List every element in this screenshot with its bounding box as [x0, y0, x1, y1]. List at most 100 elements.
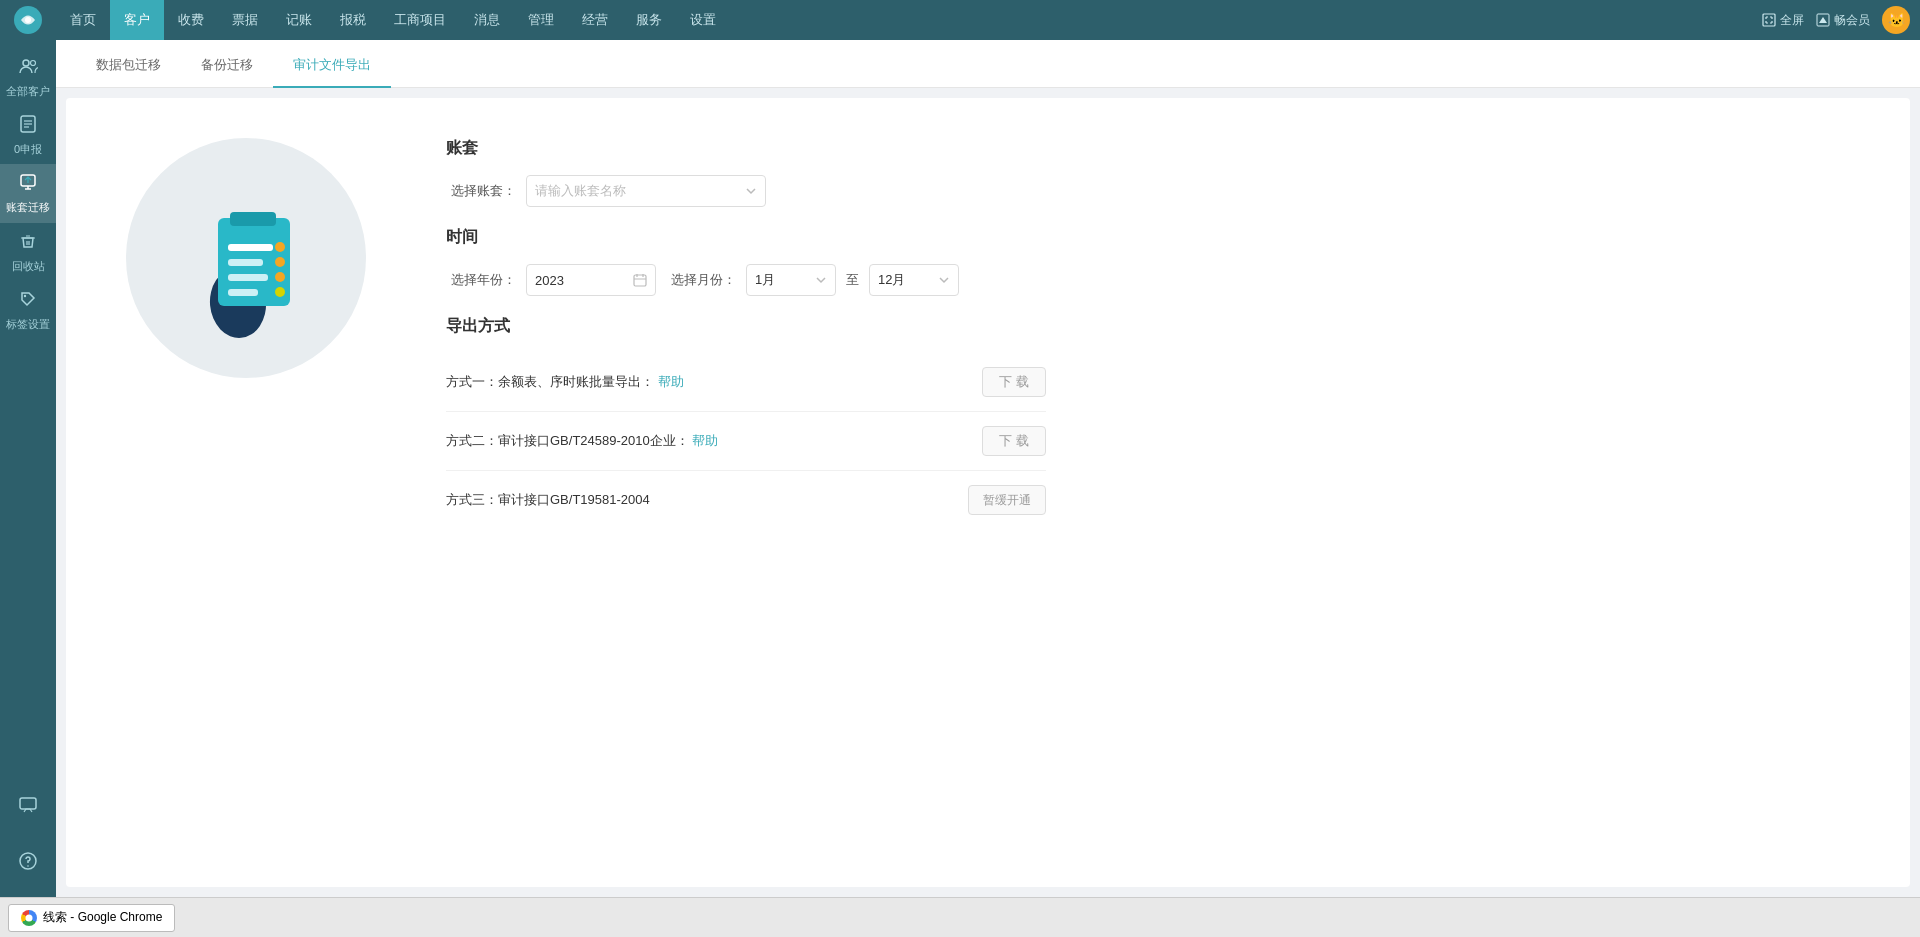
nav-items: 首页 客户 收费 票据 记账 报税 工商项目 消息 管理 经营 服务 设置	[56, 0, 1762, 40]
nav-bookkeeping[interactable]: 记账	[272, 0, 326, 40]
svg-rect-23	[228, 259, 263, 266]
method-2-help-link[interactable]: 帮助	[692, 433, 718, 448]
fullscreen-label: 全屏	[1780, 12, 1804, 29]
recycle-icon	[18, 231, 38, 256]
taskbar-chrome-item[interactable]: 线索 - Google Chrome	[8, 904, 175, 932]
svg-rect-12	[20, 798, 36, 809]
svg-rect-30	[634, 275, 646, 286]
taskbar: 线索 - Google Chrome	[0, 897, 1920, 937]
sidebar-label-zero-declare: 0申报	[14, 143, 42, 156]
nav-tax[interactable]: 报税	[326, 0, 380, 40]
method-1-text: 方式一：余额表、序时账批量导出：	[446, 374, 654, 389]
account-label: 选择账套：	[446, 182, 516, 200]
svg-rect-25	[228, 289, 258, 296]
customers-icon	[18, 56, 38, 81]
nav-operation[interactable]: 经营	[568, 0, 622, 40]
sidebar-item-zero-declare[interactable]: 0申报	[0, 106, 56, 164]
export-method-2-label: 方式二：审计接口GB/T24589-2010企业： 帮助	[446, 432, 718, 450]
month-end-value: 12月	[878, 271, 905, 289]
month-start-value: 1月	[755, 271, 775, 289]
year-input[interactable]: 2023	[526, 264, 656, 296]
nav-invoice[interactable]: 票据	[218, 0, 272, 40]
main-layout: 全部客户 0申报 账套迁移	[0, 40, 1920, 897]
method-2-text: 方式二：审计接口GB/T24589-2010企业：	[446, 433, 689, 448]
nav-home[interactable]: 首页	[56, 0, 110, 40]
method-3-text: 方式三：审计接口GB/T19581-2004	[446, 492, 650, 507]
sidebar-item-recycle[interactable]: 回收站	[0, 223, 56, 281]
sidebar-chat-button[interactable]	[0, 779, 56, 831]
svg-rect-21	[230, 212, 276, 226]
export-method-3-label: 方式三：审计接口GB/T19581-2004	[446, 491, 650, 509]
account-migration-icon	[18, 172, 38, 197]
top-navigation: 首页 客户 收费 票据 记账 报税 工商项目 消息 管理 经营 服务 设置 全屏…	[0, 0, 1920, 40]
sidebar-help-button[interactable]	[0, 835, 56, 887]
content-area: 数据包迁移 备份迁移 审计文件导出	[56, 40, 1920, 897]
svg-point-4	[23, 60, 29, 66]
sidebar-bottom	[0, 779, 56, 897]
tab-backup-migration[interactable]: 备份迁移	[181, 44, 273, 88]
time-select-row: 选择年份： 2023 选择月份： 1月	[446, 264, 1046, 296]
nav-manage[interactable]: 管理	[514, 0, 568, 40]
nav-business[interactable]: 工商项目	[380, 0, 460, 40]
svg-point-29	[275, 287, 285, 297]
user-avatar[interactable]: 🐱	[1882, 6, 1910, 34]
svg-point-26	[275, 242, 285, 252]
svg-rect-2	[1763, 14, 1775, 26]
month-label: 选择月份：	[666, 271, 736, 289]
form-area: 账套 选择账套： 请输入账套名称 时间 选择年份：	[446, 138, 1046, 529]
export-section-title: 导出方式	[446, 316, 1046, 337]
sidebar-label-tag-settings: 标签设置	[6, 318, 50, 331]
left-sidebar: 全部客户 0申报 账套迁移	[0, 40, 56, 897]
method-3-open-button[interactable]: 暂缓开通	[968, 485, 1046, 515]
svg-point-5	[31, 61, 36, 66]
export-method-2: 方式二：审计接口GB/T24589-2010企业： 帮助 下 载	[446, 412, 1046, 471]
export-method-1: 方式一：余额表、序时账批量导出： 帮助 下 载	[446, 353, 1046, 412]
svg-point-27	[275, 257, 285, 267]
nav-settings[interactable]: 设置	[676, 0, 730, 40]
account-select-row: 选择账套： 请输入账套名称	[446, 175, 1046, 207]
nav-fee[interactable]: 收费	[164, 0, 218, 40]
nav-right: 全屏 畅会员 🐱	[1762, 6, 1910, 34]
svg-rect-24	[228, 274, 268, 281]
app-logo	[10, 2, 46, 38]
export-method-1-label: 方式一：余额表、序时账批量导出： 帮助	[446, 373, 684, 391]
sidebar-item-account-migration[interactable]: 账套迁移	[0, 164, 56, 222]
month-start-select[interactable]: 1月	[746, 264, 836, 296]
year-value: 2023	[535, 273, 564, 288]
svg-point-28	[275, 272, 285, 282]
account-select[interactable]: 请输入账套名称	[526, 175, 766, 207]
export-method-3: 方式三：审计接口GB/T19581-2004 暂缓开通	[446, 471, 1046, 529]
chrome-icon	[21, 910, 37, 926]
svg-rect-22	[228, 244, 273, 251]
member-button[interactable]: 畅会员	[1816, 12, 1870, 29]
nav-service[interactable]: 服务	[622, 0, 676, 40]
export-section: 导出方式	[446, 316, 1046, 337]
nav-message[interactable]: 消息	[460, 0, 514, 40]
month-end-select[interactable]: 12月	[869, 264, 959, 296]
member-label: 畅会员	[1834, 12, 1870, 29]
nav-customer[interactable]: 客户	[110, 0, 164, 40]
sidebar-label-recycle: 回收站	[12, 260, 45, 273]
sub-tabs: 数据包迁移 备份迁移 审计文件导出	[56, 40, 1920, 88]
svg-point-1	[25, 17, 31, 23]
time-section: 时间	[446, 227, 1046, 248]
tab-audit-export[interactable]: 审计文件导出	[273, 44, 391, 88]
fullscreen-button[interactable]: 全屏	[1762, 12, 1804, 29]
year-label: 选择年份：	[446, 271, 516, 289]
page-content: 账套 选择账套： 请输入账套名称 时间 选择年份：	[66, 98, 1910, 887]
time-section-title: 时间	[446, 227, 1046, 248]
sidebar-item-all-customers[interactable]: 全部客户	[0, 48, 56, 106]
sidebar-item-tag-settings[interactable]: 标签设置	[0, 281, 56, 339]
illustration-area	[126, 138, 366, 378]
time-separator: 至	[846, 271, 859, 289]
method-1-download-button[interactable]: 下 载	[982, 367, 1046, 397]
method-1-help-link[interactable]: 帮助	[658, 374, 684, 389]
method-2-download-button[interactable]: 下 载	[982, 426, 1046, 456]
svg-point-11	[24, 295, 26, 297]
sidebar-label-all-customers: 全部客户	[6, 85, 50, 98]
tab-data-migration[interactable]: 数据包迁移	[76, 44, 181, 88]
sidebar-label-account-migration: 账套迁移	[6, 201, 50, 214]
illustration-circle	[126, 138, 366, 378]
svg-point-14	[27, 865, 29, 867]
zero-declare-icon	[18, 114, 38, 139]
